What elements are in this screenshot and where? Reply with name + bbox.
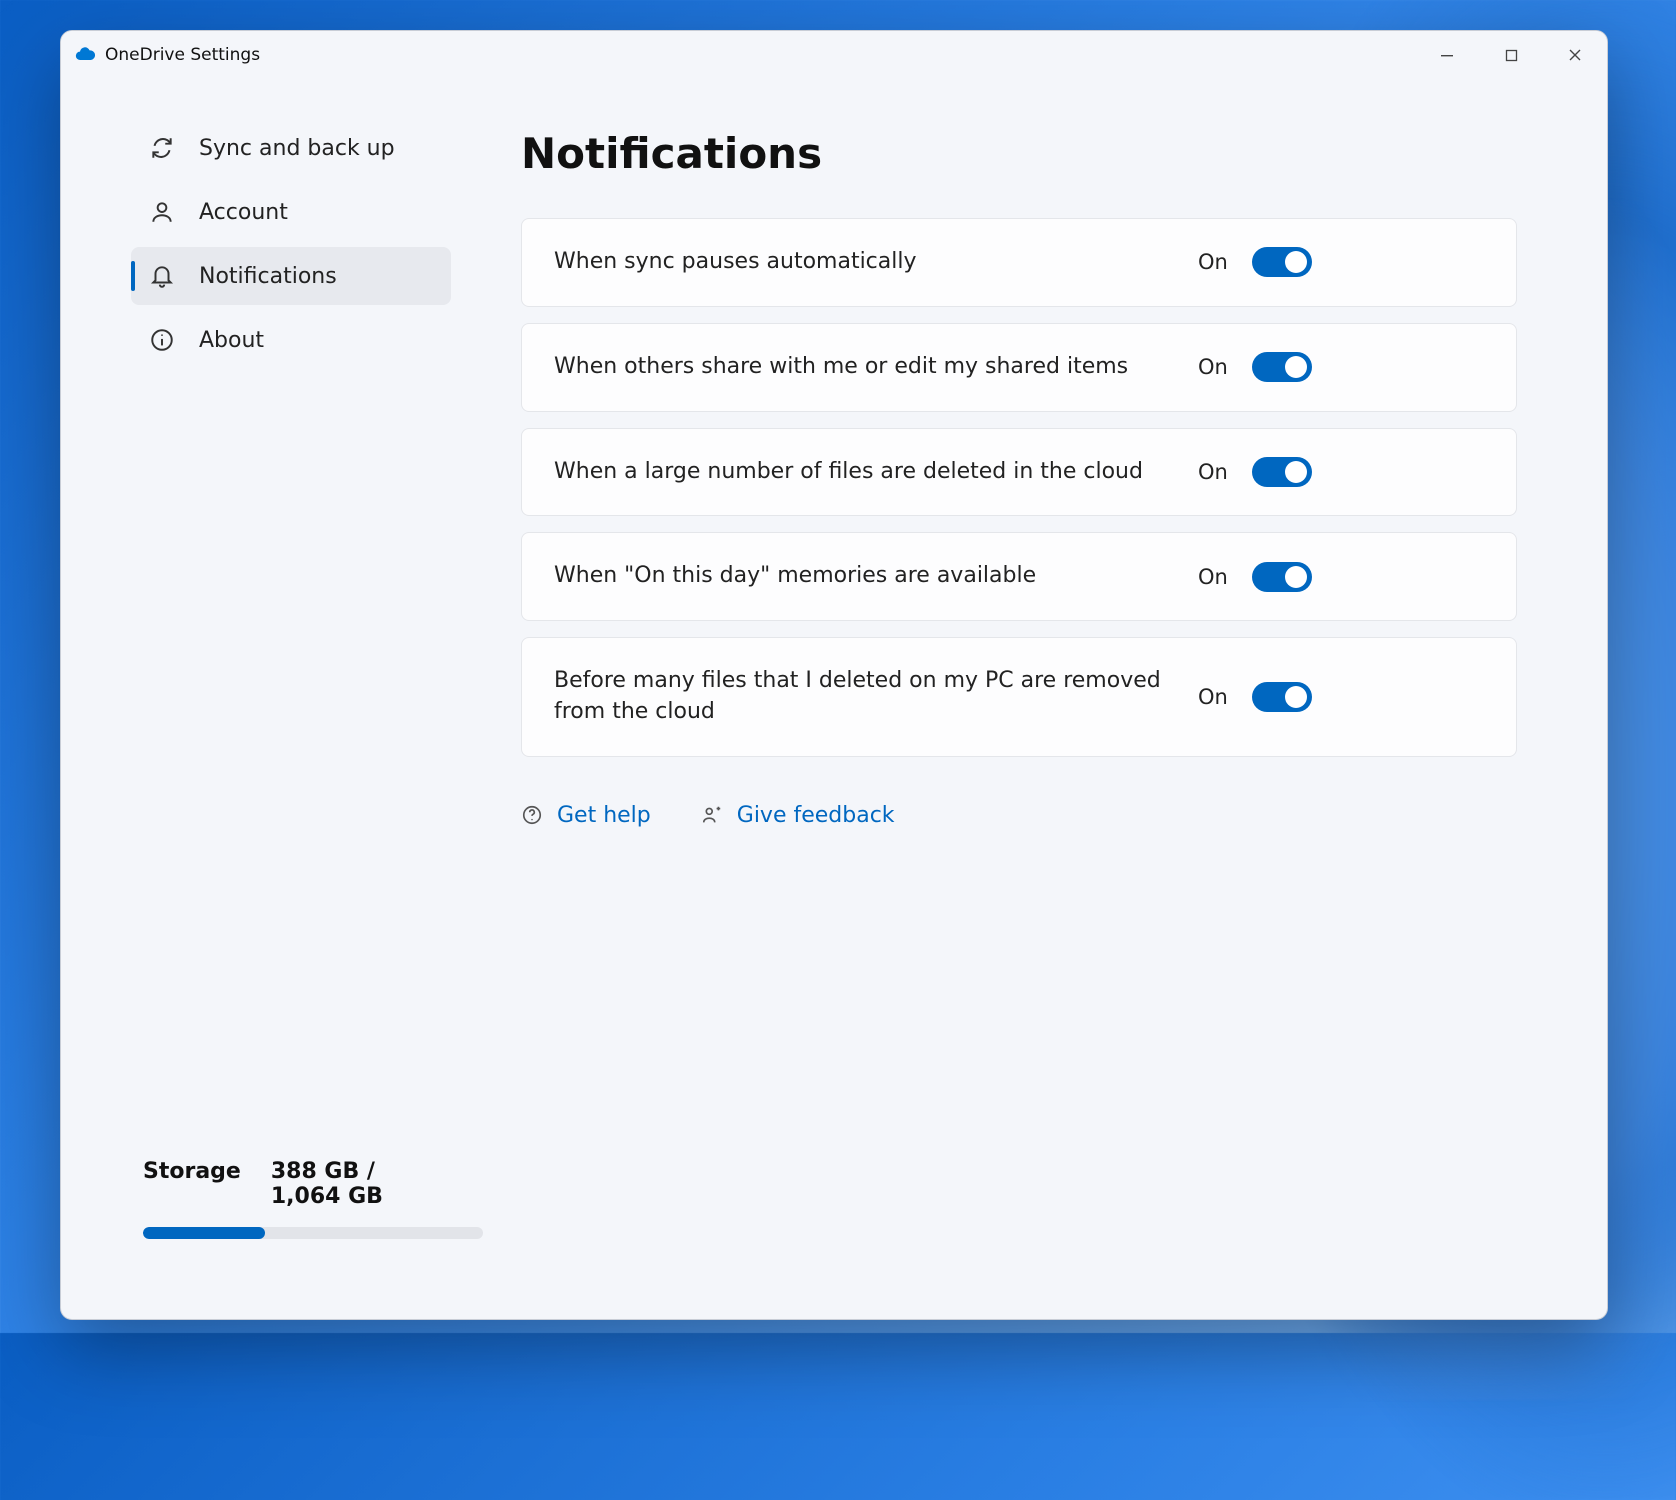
storage-label: Storage	[143, 1159, 241, 1184]
storage-value: 388 GB / 1,064 GB	[271, 1159, 431, 1209]
setting-label: When sync pauses automatically	[554, 247, 1174, 278]
main-content: Notifications When sync pauses automatic…	[491, 79, 1607, 1319]
notification-settings-list: When sync pauses automatically On When o…	[521, 218, 1517, 757]
sidebar-item-label: Account	[199, 200, 288, 225]
sidebar-item-label: Sync and back up	[199, 136, 395, 161]
info-icon	[149, 327, 175, 353]
sidebar-nav: Sync and back up Account Notifications	[131, 119, 451, 369]
help-icon	[521, 804, 543, 826]
titlebar: OneDrive Settings	[61, 31, 1607, 79]
setting-before-remove-from-cloud: Before many files that I deleted on my P…	[521, 637, 1517, 757]
storage-progress	[143, 1227, 483, 1239]
sidebar-item-notifications[interactable]: Notifications	[131, 247, 451, 305]
page-title: Notifications	[521, 129, 1517, 178]
storage-progress-fill	[143, 1227, 265, 1239]
setting-toggle[interactable]	[1252, 352, 1312, 382]
minimize-button[interactable]	[1415, 31, 1479, 79]
setting-state: On	[1198, 685, 1228, 709]
setting-state: On	[1198, 565, 1228, 589]
sidebar: Sync and back up Account Notifications	[61, 79, 491, 1319]
sidebar-item-sync[interactable]: Sync and back up	[131, 119, 451, 177]
get-help-label: Get help	[557, 803, 651, 828]
onedrive-cloud-icon	[75, 45, 95, 65]
setting-sync-pauses: When sync pauses automatically On	[521, 218, 1517, 307]
setting-toggle[interactable]	[1252, 247, 1312, 277]
setting-on-this-day: When "On this day" memories are availabl…	[521, 532, 1517, 621]
maximize-button[interactable]	[1479, 31, 1543, 79]
setting-files-deleted-cloud: When a large number of files are deleted…	[521, 428, 1517, 517]
window-title: OneDrive Settings	[105, 45, 260, 65]
setting-others-share: When others share with me or edit my sha…	[521, 323, 1517, 412]
sidebar-item-account[interactable]: Account	[131, 183, 451, 241]
get-help-link[interactable]: Get help	[521, 803, 651, 828]
sync-icon	[149, 135, 175, 161]
onedrive-settings-window: OneDrive Settings Sync and back up	[60, 30, 1608, 1320]
sidebar-item-label: Notifications	[199, 264, 337, 289]
footer-links: Get help Give feedback	[521, 803, 1517, 828]
setting-state: On	[1198, 460, 1228, 484]
person-icon	[149, 199, 175, 225]
close-button[interactable]	[1543, 31, 1607, 79]
sidebar-item-about[interactable]: About	[131, 311, 451, 369]
bell-icon	[149, 263, 175, 289]
feedback-icon	[701, 804, 723, 826]
setting-label: When "On this day" memories are availabl…	[554, 561, 1174, 592]
setting-state: On	[1198, 355, 1228, 379]
setting-toggle[interactable]	[1252, 562, 1312, 592]
storage-block: Storage 388 GB / 1,064 GB	[131, 1159, 451, 1289]
setting-label: When a large number of files are deleted…	[554, 457, 1174, 488]
setting-state: On	[1198, 250, 1228, 274]
setting-toggle[interactable]	[1252, 457, 1312, 487]
setting-toggle[interactable]	[1252, 682, 1312, 712]
window-controls	[1415, 31, 1607, 79]
give-feedback-label: Give feedback	[737, 803, 895, 828]
sidebar-item-label: About	[199, 328, 264, 353]
setting-label: When others share with me or edit my sha…	[554, 352, 1174, 383]
give-feedback-link[interactable]: Give feedback	[701, 803, 895, 828]
setting-label: Before many files that I deleted on my P…	[554, 666, 1174, 728]
